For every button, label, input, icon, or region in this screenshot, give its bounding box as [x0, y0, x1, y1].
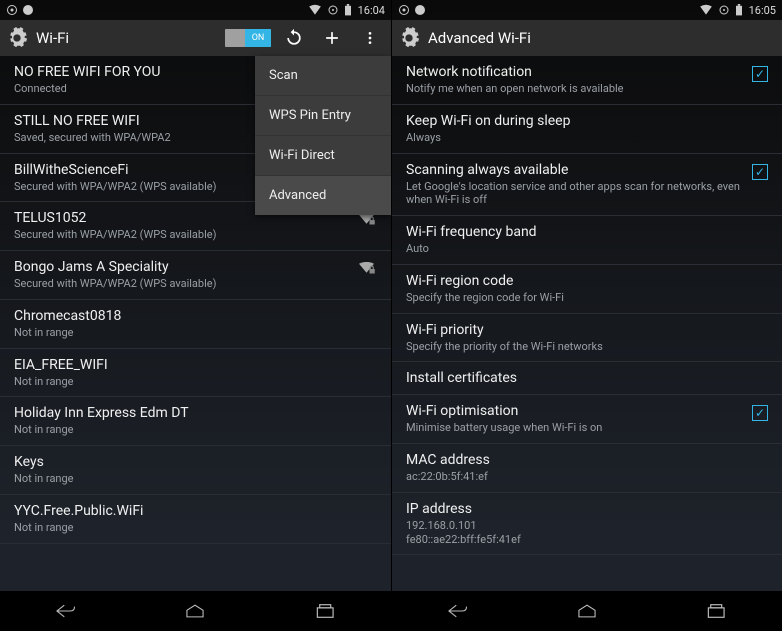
setting-title: Install certificates — [406, 370, 768, 386]
setting-subtitle: Notify me when an open network is availa… — [406, 82, 768, 96]
network-status: Not in range — [14, 375, 377, 389]
network-status: Not in range — [14, 472, 377, 486]
wifi-network-row[interactable]: Keys Not in range — [0, 446, 391, 495]
notif-icon — [414, 4, 426, 16]
setting-row[interactable]: Keep Wi-Fi on during sleep Always — [392, 105, 782, 154]
page-title: Wi-Fi — [36, 29, 217, 47]
checkbox[interactable]: ✓ — [752, 164, 768, 180]
action-bar: Wi-Fi ON — [0, 20, 391, 56]
setting-row[interactable]: Install certificates — [392, 362, 782, 395]
network-status: Not in range — [14, 423, 377, 437]
setting-row[interactable]: Network notification Notify me when an op… — [392, 56, 782, 105]
status-bar: 16:04 — [0, 0, 391, 20]
network-status: Not in range — [14, 521, 377, 535]
setting-row[interactable]: Wi-Fi optimisation Minimise battery usage… — [392, 395, 782, 444]
gear-icon[interactable] — [6, 27, 28, 49]
setting-title: Wi-Fi optimisation — [406, 403, 768, 419]
advanced-wifi-pane: 16:05 Advanced Wi-Fi Network notificatio… — [391, 0, 782, 631]
setting-title: Wi-Fi frequency band — [406, 224, 768, 240]
home-icon[interactable] — [184, 602, 206, 620]
notif-icon — [6, 4, 18, 16]
wifi-settings-pane: 16:04 Wi-Fi ON NO FREE WIFI FOR YOUConne… — [0, 0, 391, 631]
menu-item[interactable]: Scan — [255, 56, 391, 96]
setting-subtitle: Auto — [406, 242, 768, 256]
setting-subtitle: Let Google's location service and other … — [406, 180, 768, 208]
setting-title: Network notification — [406, 64, 768, 80]
wifi-network-row[interactable]: Chromecast0818 Not in range — [0, 300, 391, 349]
setting-subtitle: Specify the region code for Wi-Fi — [406, 291, 768, 305]
setting-title: Keep Wi-Fi on during sleep — [406, 113, 768, 129]
menu-item[interactable]: WPS Pin Entry — [255, 96, 391, 136]
setting-subtitle: 192.168.0.101 fe80::ae22:bff:fe5f:41ef — [406, 519, 768, 547]
overflow-icon[interactable] — [355, 23, 385, 53]
menu-item[interactable]: Advanced — [255, 176, 391, 215]
network-ssid: Chromecast0818 — [14, 308, 377, 324]
status-time: 16:04 — [358, 4, 385, 17]
setting-subtitle: ac:22:0b:5f:41:ef — [406, 470, 768, 484]
recents-icon[interactable] — [706, 602, 728, 620]
status-bar: 16:05 — [392, 0, 782, 20]
location-icon — [328, 5, 338, 15]
wifi-network-row[interactable]: YYC.Free.Public.WiFi Not in range — [0, 495, 391, 544]
action-bar: Advanced Wi-Fi — [392, 20, 782, 56]
setting-row[interactable]: Scanning always available Let Google's lo… — [392, 154, 782, 217]
network-ssid: EIA_FREE_WIFI — [14, 357, 377, 373]
nav-bar — [0, 591, 391, 631]
menu-item[interactable]: Wi-Fi Direct — [255, 136, 391, 176]
setting-title: Wi-Fi region code — [406, 273, 768, 289]
location-icon — [719, 5, 729, 15]
setting-title: Scanning always available — [406, 162, 768, 178]
setting-title: IP address — [406, 501, 768, 517]
setting-title: MAC address — [406, 452, 768, 468]
recents-icon[interactable] — [315, 602, 337, 620]
setting-subtitle: Specify the priority of the Wi-Fi networ… — [406, 340, 768, 354]
network-ssid: Holiday Inn Express Edm DT — [14, 405, 377, 421]
add-icon[interactable] — [317, 23, 347, 53]
network-ssid: Keys — [14, 454, 377, 470]
wifi-network-row[interactable]: EIA_FREE_WIFI Not in range — [0, 349, 391, 398]
overflow-menu: ScanWPS Pin EntryWi-Fi DirectAdvanced — [255, 56, 391, 215]
setting-row[interactable]: Wi-Fi frequency band Auto — [392, 216, 782, 265]
nav-bar — [392, 591, 782, 631]
setting-title: Wi-Fi priority — [406, 322, 768, 338]
wifi-icon — [699, 4, 713, 16]
back-icon[interactable] — [54, 601, 76, 621]
checkbox[interactable]: ✓ — [752, 405, 768, 421]
notif-icon — [22, 4, 34, 16]
setting-row[interactable]: MAC address ac:22:0b:5f:41:ef — [392, 444, 782, 493]
gear-icon[interactable] — [398, 27, 420, 49]
home-icon[interactable] — [576, 602, 598, 620]
wifi-toggle[interactable]: ON — [225, 29, 271, 47]
battery-icon — [735, 4, 743, 16]
refresh-icon[interactable] — [279, 23, 309, 53]
wifi-network-row[interactable]: Holiday Inn Express Edm DT Not in range — [0, 397, 391, 446]
advanced-settings-list: Network notification Notify me when an op… — [392, 56, 782, 591]
status-time: 16:05 — [749, 4, 776, 17]
setting-subtitle: Minimise battery usage when Wi-Fi is on — [406, 421, 768, 435]
checkbox[interactable]: ✓ — [752, 66, 768, 82]
network-ssid: Bongo Jams A Speciality — [14, 259, 377, 275]
network-status: Not in range — [14, 326, 377, 340]
network-status: Secured with WPA/WPA2 (WPS available) — [14, 277, 377, 291]
setting-row[interactable]: Wi-Fi region code Specify the region code… — [392, 265, 782, 314]
wifi-network-row[interactable]: Bongo Jams A Speciality Secured with WPA/… — [0, 251, 391, 300]
network-ssid: YYC.Free.Public.WiFi — [14, 503, 377, 519]
toggle-knob: ON — [245, 29, 271, 47]
setting-subtitle: Always — [406, 131, 768, 145]
page-title: Advanced Wi-Fi — [428, 29, 776, 47]
wifi-icon — [308, 4, 322, 16]
setting-row[interactable]: Wi-Fi priority Specify the priority of th… — [392, 314, 782, 363]
network-status: Secured with WPA/WPA2 (WPS available) — [14, 228, 377, 242]
battery-icon — [344, 4, 352, 16]
wps-lock-icon — [359, 261, 377, 275]
setting-row[interactable]: IP address192.168.0.101 fe80::ae22:bff:f… — [392, 493, 782, 556]
notif-icon — [398, 4, 410, 16]
back-icon[interactable] — [446, 601, 468, 621]
